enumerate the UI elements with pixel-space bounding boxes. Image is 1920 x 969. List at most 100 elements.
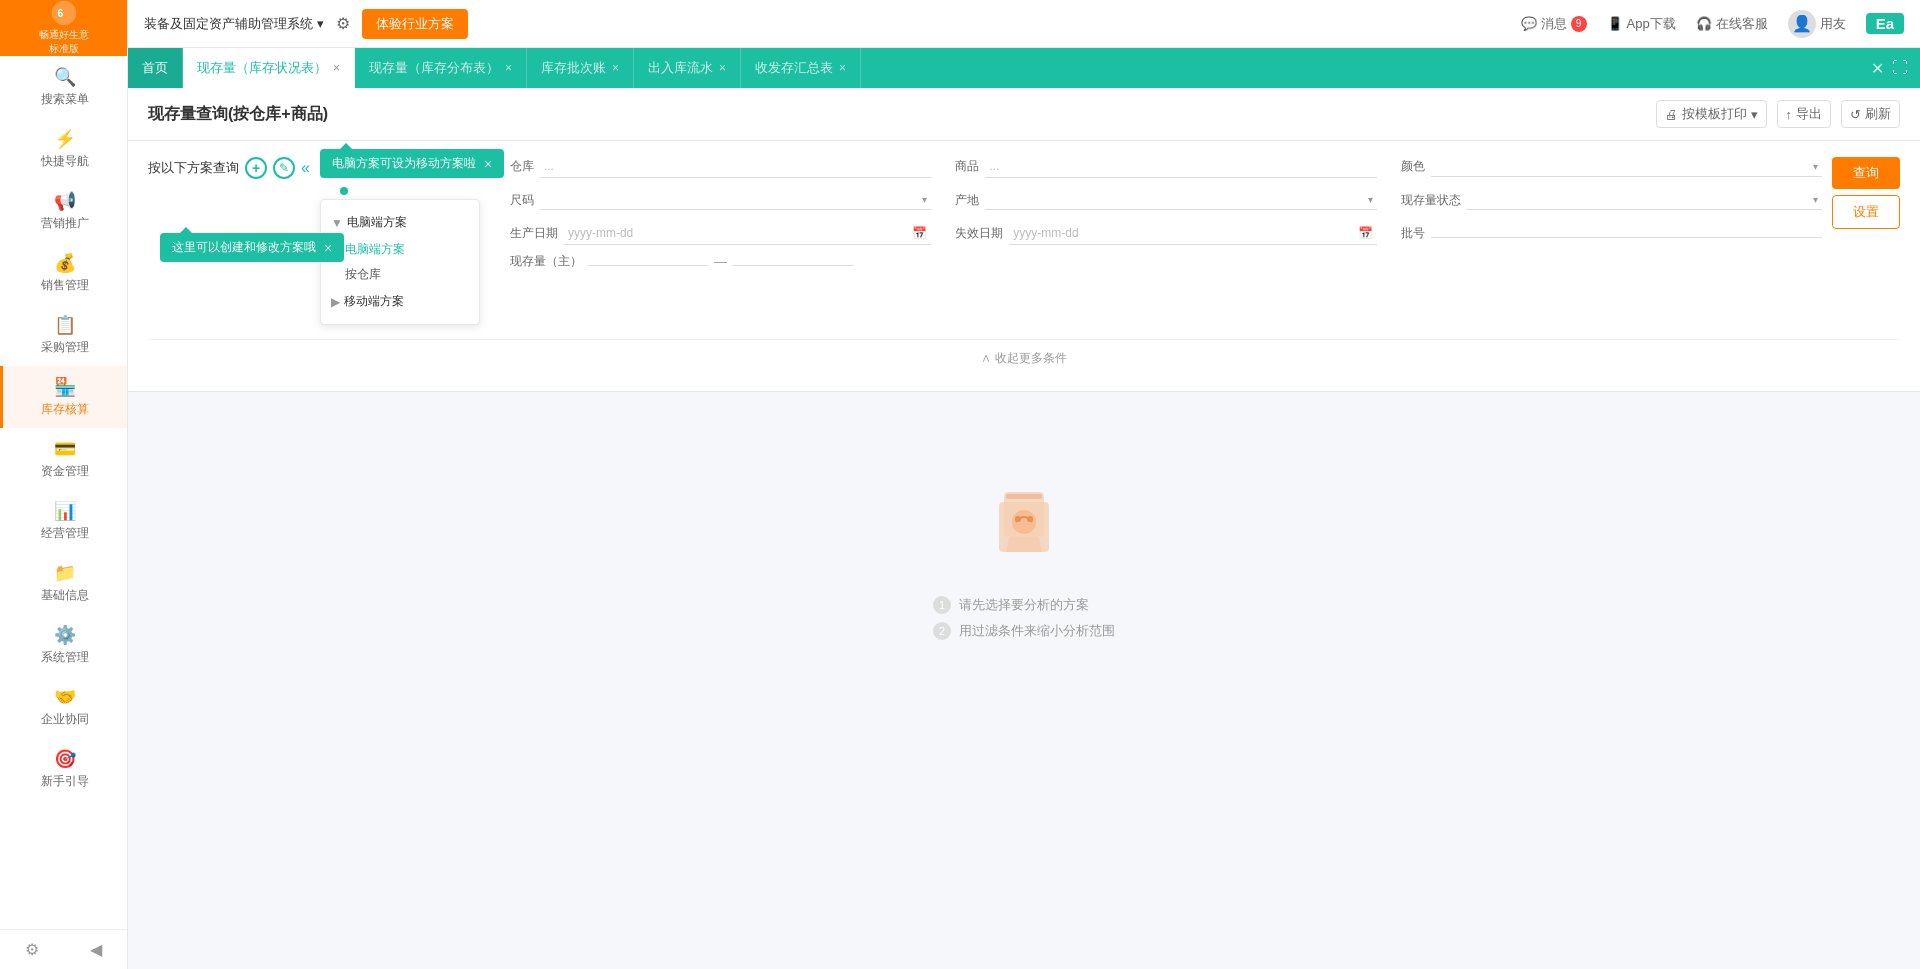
system-selector[interactable]: 装备及固定资产辅助管理系统 ▾ (144, 15, 324, 33)
goods-select[interactable]: ... (985, 155, 1376, 178)
color-select[interactable]: ▾ (1431, 157, 1822, 177)
print-label: 按模板打印 (1682, 105, 1747, 123)
batch-input[interactable] (1431, 229, 1822, 238)
plan-section-desktop[interactable]: ▼ 电脑端方案 (321, 208, 479, 237)
basic-icon: 📁 (54, 562, 76, 584)
filter-edit-btn[interactable]: ✎ (273, 157, 295, 179)
tooltip-close-1[interactable]: × (484, 156, 492, 172)
tab-batch-account[interactable]: 库存批次账 × (527, 48, 634, 88)
sidebar-item-system[interactable]: ⚙️ 系统管理 (0, 614, 127, 676)
tab-close-summary[interactable]: × (839, 61, 846, 75)
filter-fields-right: 仓库 ... 商品 ... 颜色 (510, 155, 1822, 270)
filter-area: 按以下方案查询 + ✎ « 电脑方案可设为移动方案啦 × (128, 141, 1920, 392)
sales-icon: 💰 (54, 252, 76, 274)
tab-close-stock-status[interactable]: × (333, 61, 340, 75)
settings-bottom-btn[interactable]: ⚙ (25, 940, 39, 959)
tab-flow[interactable]: 出入库流水 × (634, 48, 741, 88)
plan-item-desktop-main[interactable]: 电脑端方案 (321, 237, 479, 262)
sidebar-label-sales: 销售管理 (41, 277, 89, 294)
stock-status-field: 现存量状态 ▾ (1401, 190, 1822, 210)
empty-illustration (974, 472, 1074, 572)
service-icon: 🎧 (1696, 16, 1712, 31)
sidebar-item-collab[interactable]: 🤝 企业协同 (0, 676, 127, 738)
plan-section-mobile[interactable]: ▶ 移动端方案 (321, 287, 479, 316)
expire-date-input[interactable]: yyyy-mm-dd 📅 (1009, 222, 1376, 245)
tab-close-stock-dist[interactable]: × (505, 61, 512, 75)
tab-close-flow[interactable]: × (719, 61, 726, 75)
search-btns: 查询 设置 (1832, 157, 1900, 229)
sidebar-label-purchase: 采购管理 (41, 339, 89, 356)
sidebar-item-marketing[interactable]: 📢 营销推广 (0, 180, 127, 242)
plan-item-warehouse-label: 按仓库 (345, 267, 381, 281)
produce-date-placeholder: yyyy-mm-dd (568, 226, 633, 240)
app-download-btn[interactable]: 📱 App下载 (1607, 15, 1676, 33)
message-icon: 💬 (1521, 16, 1537, 31)
settings-icon[interactable]: ⚙ (336, 14, 350, 33)
tab-stock-dist[interactable]: 现存量（库存分布表） × (355, 48, 527, 88)
sidebar-item-management[interactable]: 📊 经营管理 (0, 490, 127, 552)
sidebar-item-nav[interactable]: ⚡ 快捷导航 (0, 118, 127, 180)
goods-dots: ... (989, 159, 999, 173)
tab-summary-label: 收发存汇总表 (755, 59, 833, 77)
marketing-icon: 📢 (54, 190, 76, 212)
sidebar-label-guide: 新手引导 (41, 773, 89, 790)
export-btn[interactable]: ↑ 导出 (1777, 100, 1832, 128)
chevron-down-icon: ▾ (317, 16, 324, 31)
user-btn[interactable]: 👤 用友 (1788, 10, 1846, 38)
warehouse-dots: ... (544, 159, 554, 173)
app-name: 畅通好生意 (39, 28, 89, 42)
collapse-icon: ∧ (981, 351, 991, 365)
stock-amount-label: 现存量（主） (510, 253, 582, 270)
chevron-right-icon-mobile: ▶ (331, 295, 340, 309)
message-badge: 9 (1571, 16, 1587, 32)
color-dropdown-icon: ▾ (1813, 161, 1818, 172)
tab-expand-icon[interactable]: ⛶ (1892, 59, 1908, 77)
sidebar: 6 畅通好生意 标准版 🔍 搜索菜单 ⚡ 快捷导航 📢 营销推广 💰 销售管理 … (0, 0, 128, 969)
sidebar-label-finance: 资金管理 (41, 463, 89, 480)
reset-btn[interactable]: 设置 (1832, 195, 1900, 229)
plan-item-warehouse[interactable]: 按仓库 (321, 262, 479, 287)
tab-stock-status[interactable]: 现存量（库存状况表） × (183, 48, 355, 88)
sidebar-item-sales[interactable]: 💰 销售管理 (0, 242, 127, 304)
sidebar-item-guide[interactable]: 🎯 新手引导 (0, 738, 127, 800)
tooltip-close-2[interactable]: × (324, 240, 332, 256)
sidebar-item-inventory[interactable]: 🏪 库存核算 (0, 366, 127, 428)
warehouse-select[interactable]: ... (540, 155, 931, 178)
goods-label: 商品 (955, 158, 979, 175)
refresh-btn[interactable]: ↺ 刷新 (1841, 100, 1900, 128)
empty-step-2: 2 用过滤条件来缩小分析范围 (933, 618, 1115, 644)
tab-summary[interactable]: 收发存汇总表 × (741, 48, 861, 88)
origin-select[interactable]: ▾ (985, 190, 1376, 210)
tab-home-label: 首页 (142, 59, 168, 77)
sidebar-item-purchase[interactable]: 📋 采购管理 (0, 304, 127, 366)
stock-amount-min[interactable] (588, 257, 708, 266)
print-btn[interactable]: 🖨 按模板打印 ▾ (1656, 100, 1767, 128)
search-btn[interactable]: 查询 (1832, 157, 1900, 189)
plan-item-desktop-main-label: 电脑端方案 (345, 242, 405, 256)
stock-amount-field: 现存量（主） — (510, 253, 1822, 270)
tab-home[interactable]: 首页 (128, 48, 183, 88)
tab-close-all-icon[interactable]: ✕ (1871, 59, 1884, 78)
industry-btn[interactable]: 体验行业方案 (362, 9, 468, 39)
tab-close-batch[interactable]: × (612, 61, 619, 75)
tab-stock-dist-label: 现存量（库存分布表） (369, 59, 499, 77)
message-btn[interactable]: 💬 消息 9 (1521, 15, 1587, 33)
app-logo-icon: 6 (48, 0, 80, 26)
sidebar-item-search[interactable]: 🔍 搜索菜单 (0, 56, 127, 118)
sidebar-label-search: 搜索菜单 (41, 91, 89, 108)
produce-date-input[interactable]: yyyy-mm-dd 📅 (564, 222, 931, 245)
batch-field: 批号 (1401, 222, 1822, 245)
online-service-btn[interactable]: 🎧 在线客服 (1696, 15, 1768, 33)
step-num-1: 1 (933, 596, 951, 614)
stock-amount-separator: — (714, 254, 727, 269)
stock-status-select[interactable]: ▾ (1467, 190, 1822, 210)
filter-add-btn[interactable]: + (245, 157, 267, 179)
sidebar-item-basic[interactable]: 📁 基础信息 (0, 552, 127, 614)
stock-amount-max[interactable] (733, 257, 853, 266)
tab-flow-label: 出入库流水 (648, 59, 713, 77)
filter-arrow-btn[interactable]: « (301, 159, 310, 177)
sidebar-item-finance[interactable]: 💳 资金管理 (0, 428, 127, 490)
collapse-row[interactable]: ∧ 收起更多条件 (148, 339, 1900, 377)
collapse-sidebar-btn[interactable]: ◀ (90, 940, 102, 959)
size-select[interactable]: ▾ (540, 190, 931, 210)
